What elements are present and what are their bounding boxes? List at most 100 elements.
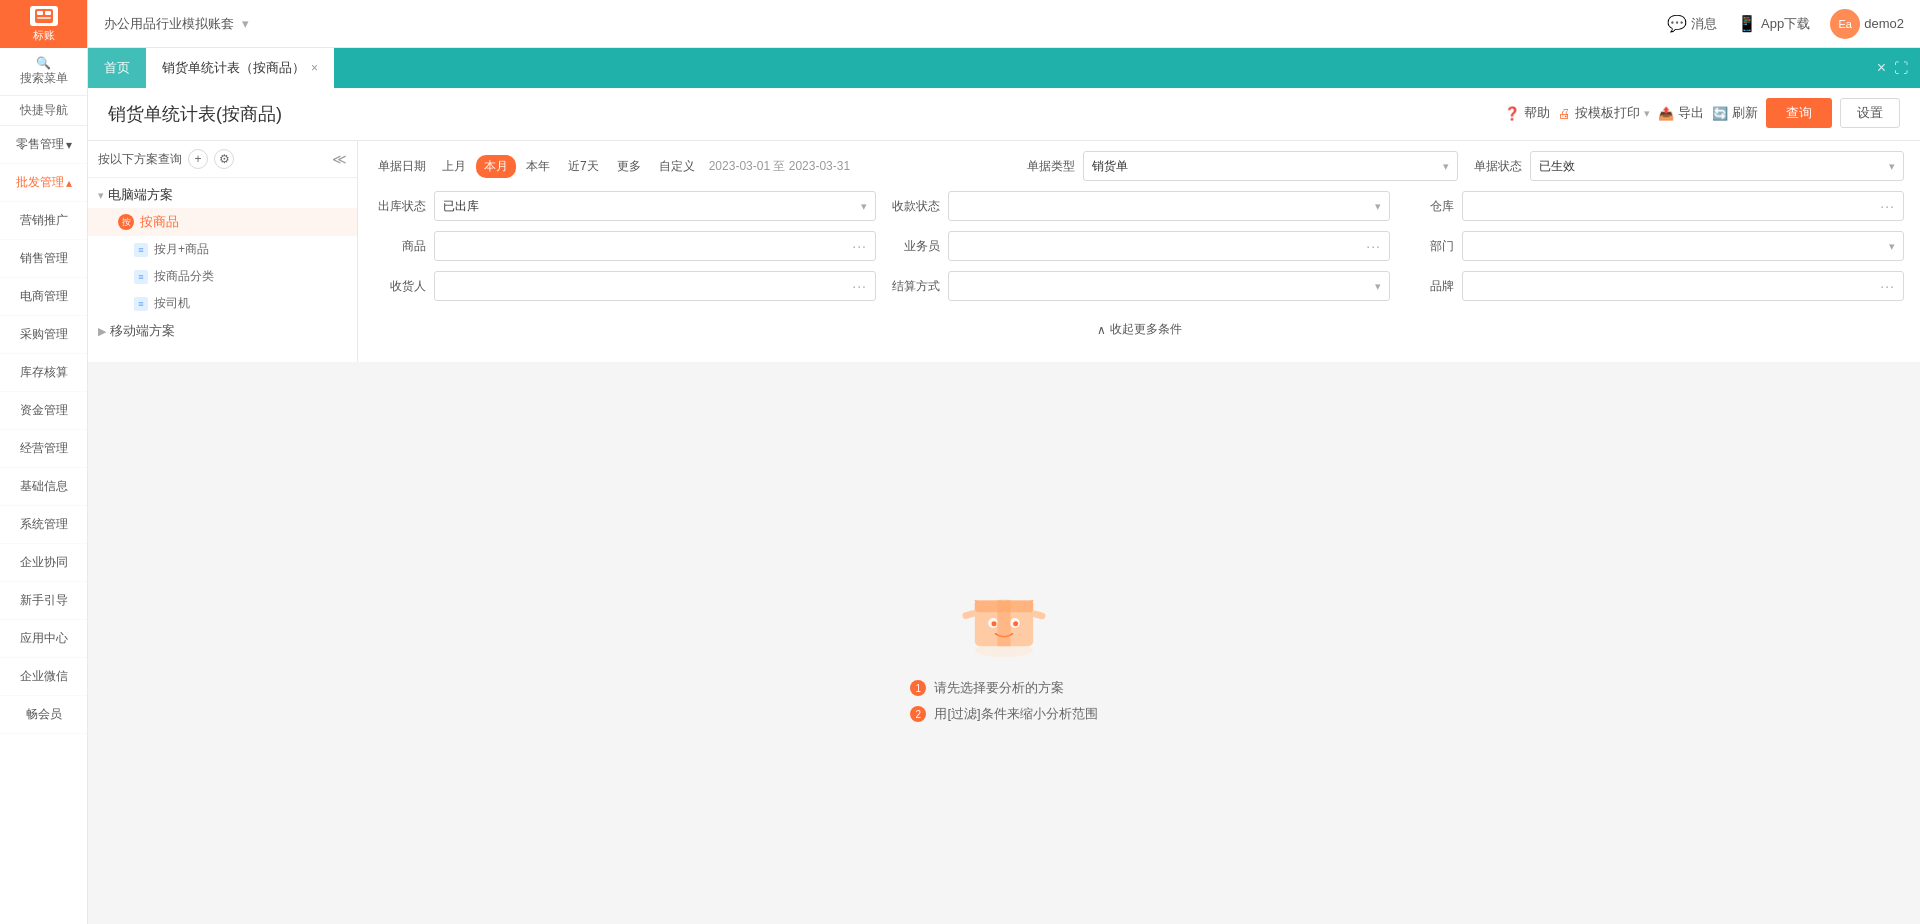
collection-control[interactable]: ▾ — [948, 191, 1390, 221]
sidebar-item-ecommerce[interactable]: 电商管理 — [0, 278, 87, 316]
doctype-control[interactable]: 销货单 ▾ — [1083, 151, 1457, 181]
app-download-btn[interactable]: 📱 App下载 — [1737, 14, 1810, 33]
scheme-item-by-month-product[interactable]: ≡ 按月+商品 — [88, 236, 357, 263]
settlement-control[interactable]: ▾ — [948, 271, 1390, 301]
print-label: 按模板打印 — [1575, 104, 1640, 122]
category-arrow-pc: ▾ — [98, 189, 104, 202]
filter-row-2: 出库状态 已出库 ▾ 收款状态 ▾ 仓库 — [374, 191, 1904, 221]
scheme-item-by-driver[interactable]: ≡ 按司机 — [88, 290, 357, 317]
sidebar-item-retail[interactable]: 零售管理 ▾ — [0, 126, 87, 164]
brand-control[interactable]: ··· — [1462, 271, 1904, 301]
sidebar-item-wechat[interactable]: 企业微信 — [0, 658, 87, 696]
search-icon: 🔍 — [36, 56, 51, 70]
step-num-1: 1 — [910, 680, 926, 696]
scheme-category-pc[interactable]: ▾ 电脑端方案 — [88, 182, 357, 208]
export-icon: 📤 — [1658, 106, 1674, 121]
tab-bar: 首页 销货单统计表（按商品） × × ⛶ — [88, 48, 1920, 88]
filter-panel: 单据日期 上月 本月 本年 近7天 更多 自定义 2023-03-01 至 20… — [358, 141, 1920, 362]
docstatus-control[interactable]: 已生效 ▾ — [1530, 151, 1904, 181]
warehouse-label: 仓库 — [1402, 198, 1462, 215]
tab-bar-actions: × ⛶ — [1865, 48, 1920, 88]
department-arrow-icon: ▾ — [1889, 240, 1895, 253]
sidebar-item-marketing[interactable]: 营销推广 — [0, 202, 87, 240]
recipient-dots-icon: ··· — [852, 278, 867, 294]
filter-doctype-field: 单据类型 销货单 ▾ — [1023, 151, 1457, 181]
sidebar-item-wholesale[interactable]: 批发管理 ▴ — [0, 164, 87, 202]
message-icon: 💬 — [1667, 14, 1687, 33]
sidebar-item-inventory[interactable]: 库存核算 — [0, 354, 87, 392]
sidebar-item-member[interactable]: 畅会员 — [0, 696, 87, 734]
filter-row-1: 单据日期 上月 本月 本年 近7天 更多 自定义 2023-03-01 至 20… — [374, 151, 1904, 181]
filter-recipient-field: 收货人 ··· — [374, 271, 876, 301]
sidebar-item-finance[interactable]: 资金管理 — [0, 392, 87, 430]
help-btn[interactable]: ❓ 帮助 — [1504, 104, 1550, 122]
tab-close-icon[interactable]: × — [311, 61, 318, 75]
recipient-control[interactable]: ··· — [434, 271, 876, 301]
date-tab-custom[interactable]: 自定义 — [651, 155, 703, 178]
close-tab-btn[interactable]: × — [1877, 59, 1886, 77]
outstatus-label: 出库状态 — [374, 198, 434, 215]
tab-home-label: 首页 — [104, 59, 130, 77]
scheme-item-by-category-label: 按商品分类 — [154, 268, 214, 285]
sidebar-item-appstore[interactable]: 应用中心 — [0, 620, 87, 658]
scheme-item-by-month-product-label: 按月+商品 — [154, 241, 209, 258]
scheme-settings-btn[interactable]: ⚙ — [214, 149, 234, 169]
scheme-category-mobile[interactable]: ▶ 移动端方案 — [88, 317, 357, 345]
tab-sales-stats[interactable]: 销货单统计表（按商品） × — [146, 48, 334, 88]
tab-home[interactable]: 首页 — [88, 48, 146, 88]
mobile-arrow: ▶ — [98, 325, 106, 338]
collapse-filter-btn[interactable]: ∧ 收起更多条件 — [1097, 315, 1182, 344]
brand-dots-icon: ··· — [1880, 278, 1895, 294]
scheme-add-btn[interactable]: + — [188, 149, 208, 169]
refresh-btn[interactable]: 🔄 刷新 — [1712, 104, 1758, 122]
date-tab-current-month[interactable]: 本月 — [476, 155, 516, 178]
refresh-label: 刷新 — [1732, 104, 1758, 122]
marketing-label: 营销推广 — [20, 212, 68, 229]
sidebar-quick-nav[interactable]: 快捷导航 — [0, 96, 87, 126]
date-tab-last-month[interactable]: 上月 — [434, 155, 474, 178]
sidebar: 标账 🔍 搜索菜单 快捷导航 零售管理 ▾ 批发管理 ▴ 营销推广 销售管理 电… — [0, 0, 88, 924]
svg-rect-14 — [997, 600, 1010, 647]
filter-salesman-field: 业务员 ··· — [888, 231, 1390, 261]
top-header-left: 办公用品行业模拟账套 ▾ — [104, 15, 249, 33]
empty-illustration — [954, 563, 1054, 663]
sidebar-item-operations[interactable]: 经营管理 — [0, 430, 87, 468]
app-logo-text: 标账 — [33, 28, 55, 43]
title-dropdown-icon[interactable]: ▾ — [242, 16, 249, 31]
salesman-control[interactable]: ··· — [948, 231, 1390, 261]
scheme-item-by-product[interactable]: 按 按商品 — [88, 208, 357, 236]
print-btn[interactable]: 🖨 按模板打印 ▾ — [1558, 104, 1650, 122]
query-button[interactable]: 查询 — [1766, 98, 1832, 128]
message-btn[interactable]: 💬 消息 — [1667, 14, 1717, 33]
date-tab-more[interactable]: 更多 — [609, 155, 649, 178]
user-avatar: Ea — [1830, 9, 1860, 39]
category-icon: ≡ — [134, 270, 148, 284]
sidebar-item-sales[interactable]: 销售管理 — [0, 240, 87, 278]
sidebar-search[interactable]: 🔍 搜索菜单 — [0, 48, 87, 96]
department-control[interactable]: ▾ — [1462, 231, 1904, 261]
empty-state: 1 请先选择要分析的方案 2 用[过滤]条件来缩小分析范围 — [88, 362, 1920, 924]
settings-button[interactable]: 设置 — [1840, 98, 1900, 128]
page-content: 销货单统计表(按商品) ❓ 帮助 🖨 按模板打印 ▾ 📤 导出 🔄 刷新 — [88, 88, 1920, 924]
basics-label: 基础信息 — [20, 478, 68, 495]
sidebar-item-enterprise[interactable]: 企业协同 — [0, 544, 87, 582]
filter-warehouse-field: 仓库 ··· — [1402, 191, 1904, 221]
sidebar-item-newbie[interactable]: 新手引导 — [0, 582, 87, 620]
scheme-item-by-category[interactable]: ≡ 按商品分类 — [88, 263, 357, 290]
sidebar-item-purchase[interactable]: 采购管理 — [0, 316, 87, 354]
product-control[interactable]: ··· — [434, 231, 876, 261]
sidebar-item-system[interactable]: 系统管理 — [0, 506, 87, 544]
outstatus-control[interactable]: 已出库 ▾ — [434, 191, 876, 221]
sidebar-item-basics[interactable]: 基础信息 — [0, 468, 87, 506]
user-avatar-btn[interactable]: Ea demo2 — [1830, 9, 1904, 39]
date-tab-current-year[interactable]: 本年 — [518, 155, 558, 178]
date-tab-7days[interactable]: 近7天 — [560, 155, 607, 178]
enterprise-label: 企业协同 — [20, 554, 68, 571]
empty-text: 1 请先选择要分析的方案 2 用[过滤]条件来缩小分析范围 — [910, 679, 1097, 723]
date-filter: 上月 本月 本年 近7天 更多 自定义 2023-03-01 至 2023-03… — [434, 155, 1011, 178]
scheme-collapse-btn[interactable]: ≪ — [332, 151, 347, 167]
export-btn[interactable]: 📤 导出 — [1658, 104, 1704, 122]
warehouse-control[interactable]: ··· — [1462, 191, 1904, 221]
collapse-up-icon: ∧ — [1097, 323, 1106, 337]
maximize-tab-btn[interactable]: ⛶ — [1894, 60, 1908, 76]
